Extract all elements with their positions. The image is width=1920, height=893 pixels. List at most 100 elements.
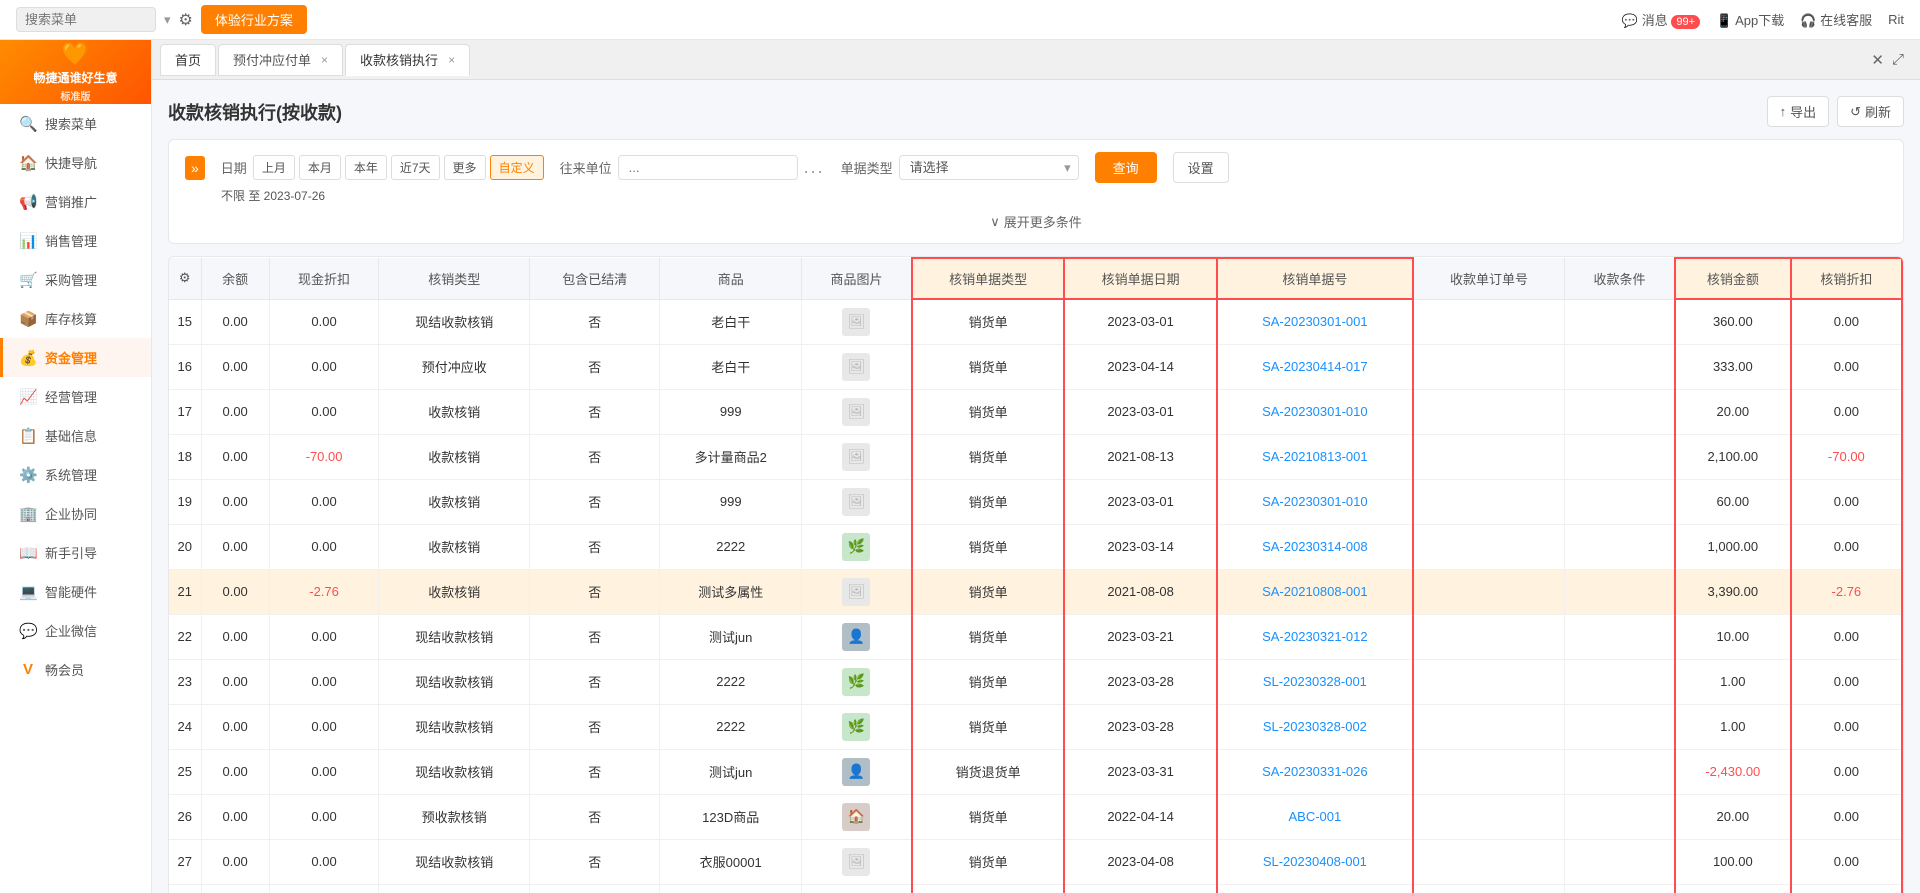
tab-prepay-close[interactable]: × <box>321 53 328 67</box>
doctype-select[interactable]: 请选择 <box>899 155 1079 180</box>
tab-maximize-btn[interactable]: ⤢ <box>1892 51 1904 68</box>
tab-home[interactable]: 首页 <box>160 44 216 76</box>
user-label[interactable]: Rit <box>1888 12 1904 27</box>
cell-verify-doc-no[interactable]: ABC-001 <box>1217 794 1413 839</box>
cell-verify-discount: 0.00 <box>1791 839 1902 884</box>
cell-verify-doc-no[interactable]: SL-20230418-001 <box>1217 884 1413 893</box>
cell-receipt-condition <box>1565 794 1675 839</box>
cart-icon: 🛒 <box>19 271 37 289</box>
sidebar-item-search[interactable]: 🔍 搜索菜单 <box>0 104 151 143</box>
query-btn[interactable]: 查询 <box>1095 152 1157 183</box>
cell-receipt-condition <box>1565 434 1675 479</box>
cell-verify-amount: 20.00 <box>1675 794 1791 839</box>
verify-doc-no-link[interactable]: SL-20230328-002 <box>1263 719 1367 734</box>
tab-receipts[interactable]: 收款核销执行 × <box>345 44 470 76</box>
verify-doc-no-link[interactable]: SA-20230414-017 <box>1262 359 1368 374</box>
verify-doc-no-link[interactable]: SL-20230328-001 <box>1263 674 1367 689</box>
cell-balance: 0.00 <box>201 344 269 389</box>
cell-verify-doc-no[interactable]: SA-20230314-008 <box>1217 524 1413 569</box>
online-service-btn[interactable]: 🎧 在线客服 <box>1800 10 1872 29</box>
verify-doc-no-link[interactable]: ABC-001 <box>1288 809 1341 824</box>
verify-doc-no-link[interactable]: SA-20230301-010 <box>1262 494 1368 509</box>
search-input[interactable] <box>16 7 156 32</box>
table-row: 20 0.00 0.00 收款核销 否 2222 🌿 销货单 2023-03-1… <box>169 524 1902 569</box>
verify-doc-no-link[interactable]: SA-20230321-012 <box>1262 629 1368 644</box>
cell-verify-doc-no[interactable]: SA-20230331-026 <box>1217 749 1413 794</box>
cell-receipt-order-no <box>1413 794 1565 839</box>
table-row: 17 0.00 0.00 收款核销 否 999 🖼 销货单 2023-03-01… <box>169 389 1902 434</box>
sidebar-item-finance[interactable]: 💰 资金管理 <box>0 338 151 377</box>
cell-verify-doc-no[interactable]: SA-20210808-001 <box>1217 569 1413 614</box>
cell-verify-doc-no[interactable]: SA-20210813-001 <box>1217 434 1413 479</box>
verify-doc-no-link[interactable]: SA-20230314-008 <box>1262 539 1368 554</box>
sidebar-item-operations[interactable]: 📈 经营管理 <box>0 377 151 416</box>
date-btn-this-month[interactable]: 本月 <box>299 155 341 180</box>
tab-receipts-close[interactable]: × <box>448 53 455 67</box>
cell-include-settled: 否 <box>530 569 660 614</box>
date-btn-last-month[interactable]: 上月 <box>253 155 295 180</box>
cell-verify-discount: 0.00 <box>1791 299 1902 344</box>
cell-balance: 0.00 <box>201 749 269 794</box>
cell-goods-img: 🖼 <box>802 569 912 614</box>
sidebar-item-basic[interactable]: 📋 基础信息 <box>0 416 151 455</box>
verify-doc-no-link[interactable]: SA-20210813-001 <box>1262 449 1368 464</box>
tab-prepay[interactable]: 预付冲应付单 × <box>218 44 343 76</box>
date-btn-custom[interactable]: 自定义 <box>490 155 544 180</box>
col-gear[interactable]: ⚙ <box>169 258 201 299</box>
sidebar-item-marketing[interactable]: 📢 营销推广 <box>0 182 151 221</box>
sidebar-item-quick-nav[interactable]: 🏠 快捷导航 <box>0 143 151 182</box>
trial-btn[interactable]: 体验行业方案 <box>201 5 307 34</box>
cell-row-no: 28 <box>169 884 201 893</box>
cell-verify-doc-no[interactable]: SL-20230328-002 <box>1217 704 1413 749</box>
verify-doc-no-link[interactable]: SA-20230301-001 <box>1262 314 1368 329</box>
sidebar-item-purchase[interactable]: 🛒 采购管理 <box>0 260 151 299</box>
cell-balance: 0.00 <box>201 794 269 839</box>
cell-verify-discount: 0.00 <box>1791 524 1902 569</box>
cell-verify-type: 收款核销 <box>379 524 530 569</box>
expand-more-btn[interactable]: ∨ 展开更多条件 <box>990 212 1082 231</box>
date-btn-more[interactable]: 更多 <box>444 155 486 180</box>
refresh-btn[interactable]: ↺ 刷新 <box>1837 96 1904 127</box>
export-btn[interactable]: ↑ 导出 <box>1767 96 1830 127</box>
verify-doc-no-link[interactable]: SA-20230331-026 <box>1262 764 1368 779</box>
sidebar-item-guide[interactable]: 📖 新手引导 <box>0 533 151 572</box>
cell-verify-doc-no[interactable]: SL-20230408-001 <box>1217 839 1413 884</box>
cell-verify-doc-no[interactable]: SA-20230301-010 <box>1217 479 1413 524</box>
sidebar-item-system[interactable]: ⚙️ 系统管理 <box>0 455 151 494</box>
cell-verify-doc-date: 2023-03-01 <box>1064 299 1216 344</box>
verify-doc-no-link[interactable]: SL-20230408-001 <box>1263 854 1367 869</box>
date-btn-7days[interactable]: 近7天 <box>391 155 440 180</box>
cell-include-settled: 否 <box>530 389 660 434</box>
cell-verify-discount: 0.00 <box>1791 794 1902 839</box>
cell-verify-doc-no[interactable]: SA-20230301-001 <box>1217 299 1413 344</box>
cell-verify-doc-no[interactable]: SL-20230328-001 <box>1217 659 1413 704</box>
sidebar-item-member[interactable]: V 畅会员 <box>0 650 151 689</box>
verify-doc-no-link[interactable]: SA-20210808-001 <box>1262 584 1368 599</box>
sidebar-item-label: 经营管理 <box>45 387 97 406</box>
page-header: 收款核销执行(按收款) ↑ 导出 ↺ 刷新 <box>168 96 1904 127</box>
dropdown-icon[interactable]: ▾ <box>164 12 171 28</box>
counterparty-input[interactable] <box>618 155 798 180</box>
cell-verify-doc-no[interactable]: SA-20230414-017 <box>1217 344 1413 389</box>
sidebar-item-sales[interactable]: 📊 销售管理 <box>0 221 151 260</box>
sidebar-item-hardware[interactable]: 💻 智能硬件 <box>0 572 151 611</box>
message-btn[interactable]: 💬 消息 99+ <box>1622 10 1700 29</box>
verify-doc-no-link[interactable]: SA-20230301-010 <box>1262 404 1368 419</box>
filter-toggle-btn[interactable]: » <box>185 156 205 180</box>
cell-cash-discount: 0.00 <box>269 659 379 704</box>
logo-icon: 🧡 <box>62 41 89 67</box>
app-download-btn[interactable]: 📱 App下载 <box>1716 10 1784 29</box>
cell-verify-doc-no[interactable]: SA-20230301-010 <box>1217 389 1413 434</box>
filter-settings-btn[interactable]: 设置 <box>1173 152 1229 183</box>
date-btn-this-year[interactable]: 本年 <box>345 155 387 180</box>
sidebar-item-corp[interactable]: 🏢 企业协同 <box>0 494 151 533</box>
cell-cash-discount: 0.00 <box>269 344 379 389</box>
goods-img-placeholder: 🖼 <box>842 578 870 606</box>
sidebar-item-inventory[interactable]: 📦 库存核算 <box>0 299 151 338</box>
settings-gear-icon[interactable]: ⚙ <box>179 10 193 30</box>
cell-verify-doc-no[interactable]: SA-20230321-012 <box>1217 614 1413 659</box>
tab-close-window-btn[interactable]: ✕ <box>1871 51 1884 69</box>
tab-bar: 首页 预付冲应付单 × 收款核销执行 × ✕ ⤢ <box>152 40 1920 80</box>
sidebar-item-wechat[interactable]: 💬 企业微信 <box>0 611 151 650</box>
cell-goods-img: 🌿 <box>802 524 912 569</box>
